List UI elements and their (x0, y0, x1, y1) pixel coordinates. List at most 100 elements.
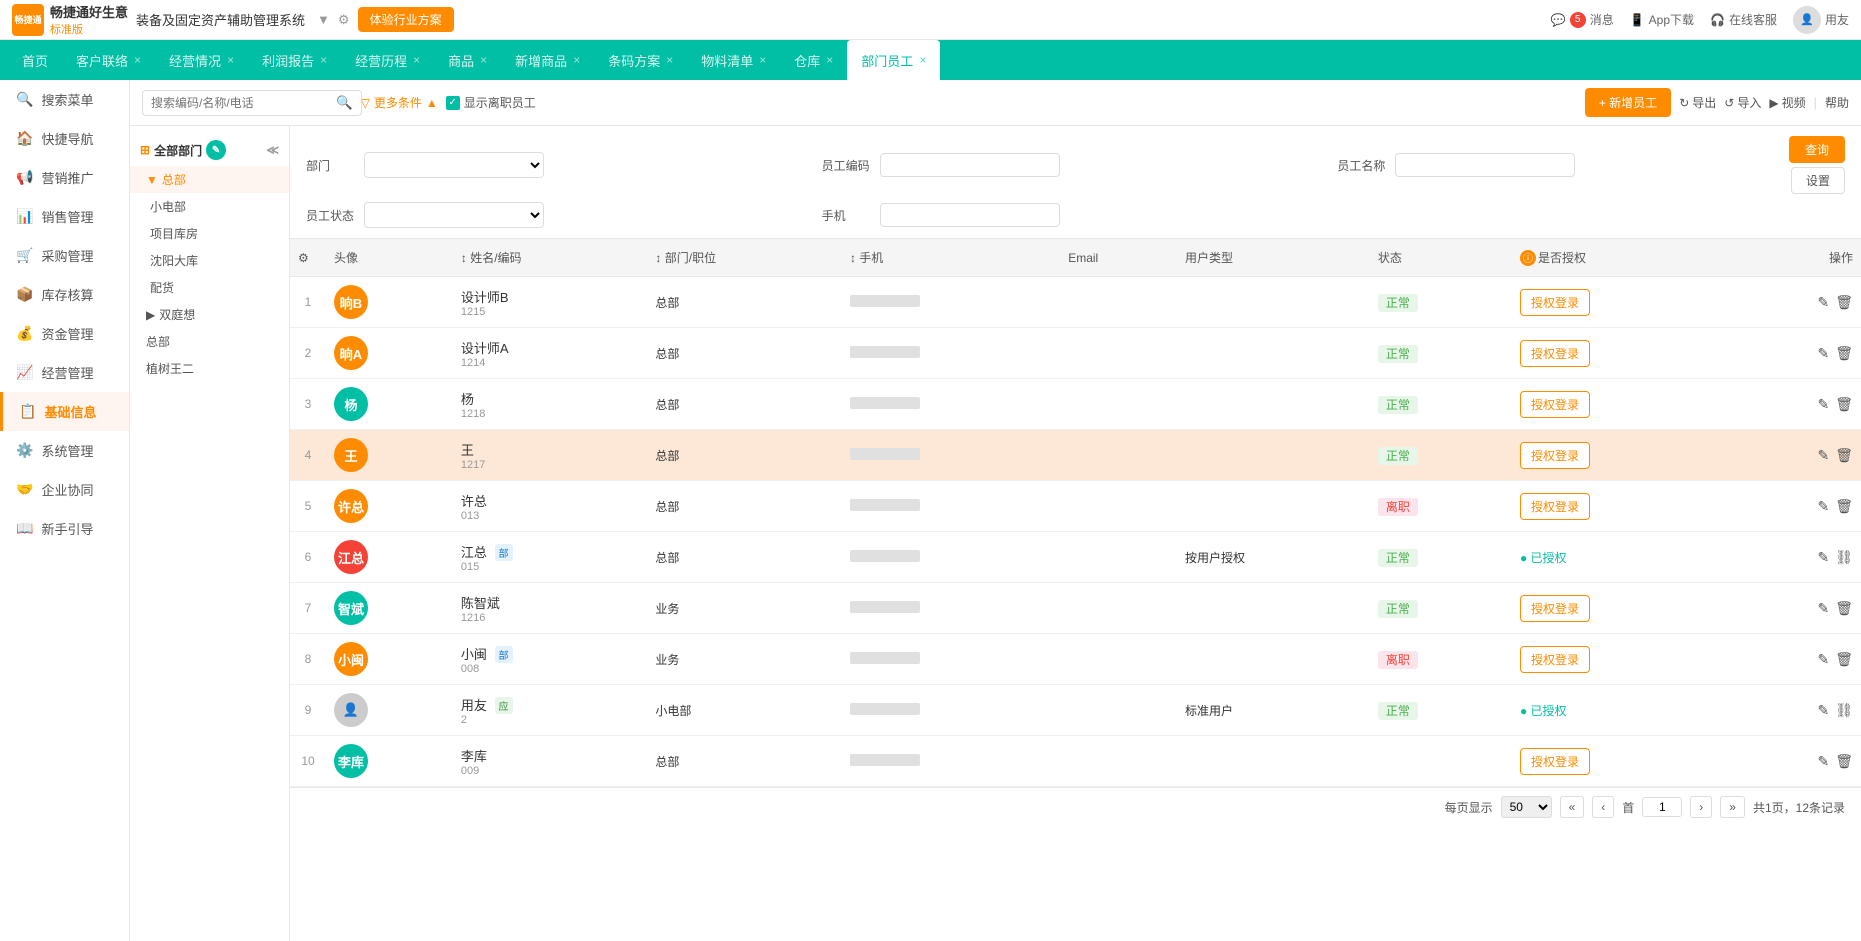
auth-login-btn[interactable]: 授权登录 (1520, 340, 1590, 367)
export-btn[interactable]: ↻ 导出 (1679, 94, 1716, 111)
settings-icon[interactable]: ⚙ (338, 12, 350, 28)
show-resign-checkbox[interactable]: ✓ (446, 96, 460, 110)
edit-icon[interactable]: ✎ (1817, 447, 1829, 464)
sidebar-item-collab[interactable]: 🤝 企业协同 (0, 470, 129, 509)
close-warehouse-icon[interactable]: × (826, 53, 833, 67)
dept-item-shenyang[interactable]: 沈阳大库 (130, 247, 289, 274)
next-page-btn[interactable]: › (1690, 796, 1712, 818)
dept-item-project-storage[interactable]: 项目库房 (130, 220, 289, 247)
th-phone[interactable]: ↕ 手机 (842, 239, 1060, 277)
tab-barcode[interactable]: 条码方案 × (594, 40, 687, 80)
reset-btn[interactable]: 设置 (1791, 167, 1845, 194)
emp-status-select[interactable] (364, 202, 544, 228)
sidebar-item-system[interactable]: ⚙️ 系统管理 (0, 431, 129, 470)
close-customer-icon[interactable]: × (134, 53, 141, 67)
auth-login-btn[interactable]: 授权登录 (1520, 748, 1590, 775)
first-page-btn[interactable]: « (1560, 796, 1585, 818)
delete-icon[interactable]: 🗑 (1835, 345, 1853, 362)
sidebar-item-sales[interactable]: 📊 销售管理 (0, 197, 129, 236)
edit-icon[interactable]: ✎ (1817, 702, 1829, 719)
tab-customer[interactable]: 客户联络 × (62, 40, 155, 80)
edit-icon[interactable]: ✎ (1817, 600, 1829, 617)
tab-operation[interactable]: 经营情况 × (155, 40, 248, 80)
trial-btn[interactable]: 体验行业方案 (358, 7, 454, 32)
edit-icon[interactable]: ✎ (1817, 345, 1829, 362)
th-name[interactable]: ↕ 姓名/编码 (453, 239, 648, 277)
import-btn[interactable]: ↺ 导入 (1724, 94, 1761, 111)
add-employee-btn[interactable]: + 新增员工 (1585, 88, 1671, 117)
auth-login-btn[interactable]: 授权登录 (1520, 493, 1590, 520)
th-dept[interactable]: ↕ 部门/职位 (647, 239, 842, 277)
close-operation-icon[interactable]: × (227, 53, 234, 67)
help-btn[interactable]: 帮助 (1825, 94, 1849, 111)
auth-login-btn[interactable]: 授权登录 (1520, 595, 1590, 622)
edit-icon[interactable]: ✎ (1817, 498, 1829, 515)
dept-item-small-elec[interactable]: 小电部 (130, 193, 289, 220)
search-button[interactable]: 🔍 (336, 95, 353, 111)
close-history-icon[interactable]: × (413, 53, 420, 67)
close-profit-icon[interactable]: × (320, 53, 327, 67)
delete-icon[interactable]: 🗑 (1835, 753, 1853, 770)
sidebar-item-finance[interactable]: 💰 资金管理 (0, 314, 129, 353)
dept-item-shuangtingxiang[interactable]: ▶ 双庭想 (130, 301, 289, 328)
delete-icon[interactable]: 🗑 (1835, 396, 1853, 413)
sidebar-item-search[interactable]: 🔍 搜索菜单 (0, 80, 129, 119)
auth-login-btn[interactable]: 授权登录 (1520, 289, 1590, 316)
dept-item-distribution[interactable]: 配货 (130, 274, 289, 301)
th-settings[interactable]: ⚙ (290, 239, 326, 277)
auth-login-btn[interactable]: 授权登录 (1520, 646, 1590, 673)
edit-icon[interactable]: ✎ (1817, 651, 1829, 668)
dept-filter-select[interactable] (364, 152, 544, 178)
search-input[interactable] (142, 90, 362, 116)
tab-warehouse[interactable]: 仓库 × (780, 40, 847, 80)
sidebar-item-inventory[interactable]: 📦 库存核算 (0, 275, 129, 314)
edit-icon[interactable]: ✎ (1817, 753, 1829, 770)
tab-history[interactable]: 经营历程 × (341, 40, 434, 80)
message-item[interactable]: 💬 5 消息 (1551, 11, 1614, 28)
tab-department[interactable]: 部门员工 × (847, 40, 940, 80)
delete-icon[interactable]: 🗑 (1835, 498, 1853, 515)
tab-new-goods[interactable]: 新增商品 × (501, 40, 594, 80)
link-icon[interactable]: ⛓ (1835, 702, 1853, 719)
auth-login-btn[interactable]: 授权登录 (1520, 442, 1590, 469)
show-resign-toggle[interactable]: ✓ 显示离职员工 (446, 94, 536, 111)
emp-name-input[interactable] (1395, 153, 1575, 177)
app-download-item[interactable]: 📱 App下载 (1630, 11, 1694, 28)
auth-login-btn[interactable]: 授权登录 (1520, 391, 1590, 418)
more-conditions-btn[interactable]: ▽ 更多条件 ▲ (361, 94, 438, 111)
link-icon[interactable]: ⛓ (1835, 549, 1853, 566)
dept-collapse-btn[interactable]: ≪ (266, 143, 279, 157)
tab-profit[interactable]: 利润报告 × (248, 40, 341, 80)
view-btn[interactable]: ▶ 视频 (1769, 94, 1805, 111)
last-page-btn[interactable]: » (1720, 796, 1745, 818)
query-btn[interactable]: 查询 (1789, 136, 1845, 163)
sidebar-item-quick-nav[interactable]: 🏠 快捷导航 (0, 119, 129, 158)
delete-icon[interactable]: 🗑 (1835, 294, 1853, 311)
prev-page-btn[interactable]: ‹ (1592, 796, 1614, 818)
tab-home[interactable]: 首页 (8, 40, 62, 80)
delete-icon[interactable]: 🗑 (1835, 600, 1853, 617)
close-barcode-icon[interactable]: × (666, 53, 673, 67)
user-item[interactable]: 👤 用友 (1793, 6, 1849, 34)
dept-edit-icon[interactable]: ✎ (206, 140, 226, 160)
online-service-item[interactable]: 🎧 在线客服 (1710, 11, 1777, 28)
delete-icon[interactable]: 🗑 (1835, 651, 1853, 668)
sidebar-item-guide[interactable]: 📖 新手引导 (0, 509, 129, 548)
edit-icon[interactable]: ✎ (1817, 396, 1829, 413)
sidebar-item-marketing[interactable]: 📢 营销推广 (0, 158, 129, 197)
close-bom-icon[interactable]: × (759, 53, 766, 67)
dept-item-hq-main[interactable]: ▼ 总部 (130, 166, 289, 193)
sidebar-item-purchase[interactable]: 🛒 采购管理 (0, 236, 129, 275)
sidebar-item-operation[interactable]: 📈 经营管理 (0, 353, 129, 392)
sidebar-item-basic[interactable]: 📋 基础信息 (0, 392, 129, 431)
edit-icon[interactable]: ✎ (1817, 294, 1829, 311)
emp-code-input[interactable] (880, 153, 1060, 177)
close-goods-icon[interactable]: × (480, 53, 487, 67)
page-input[interactable] (1642, 797, 1682, 817)
edit-icon[interactable]: ✎ (1817, 549, 1829, 566)
tab-bom[interactable]: 物料清单 × (687, 40, 780, 80)
phone-input[interactable] (880, 203, 1060, 227)
dept-item-zhishu[interactable]: 植树王二 (130, 355, 289, 382)
delete-icon[interactable]: 🗑 (1835, 447, 1853, 464)
close-dept-icon[interactable]: × (919, 53, 926, 67)
